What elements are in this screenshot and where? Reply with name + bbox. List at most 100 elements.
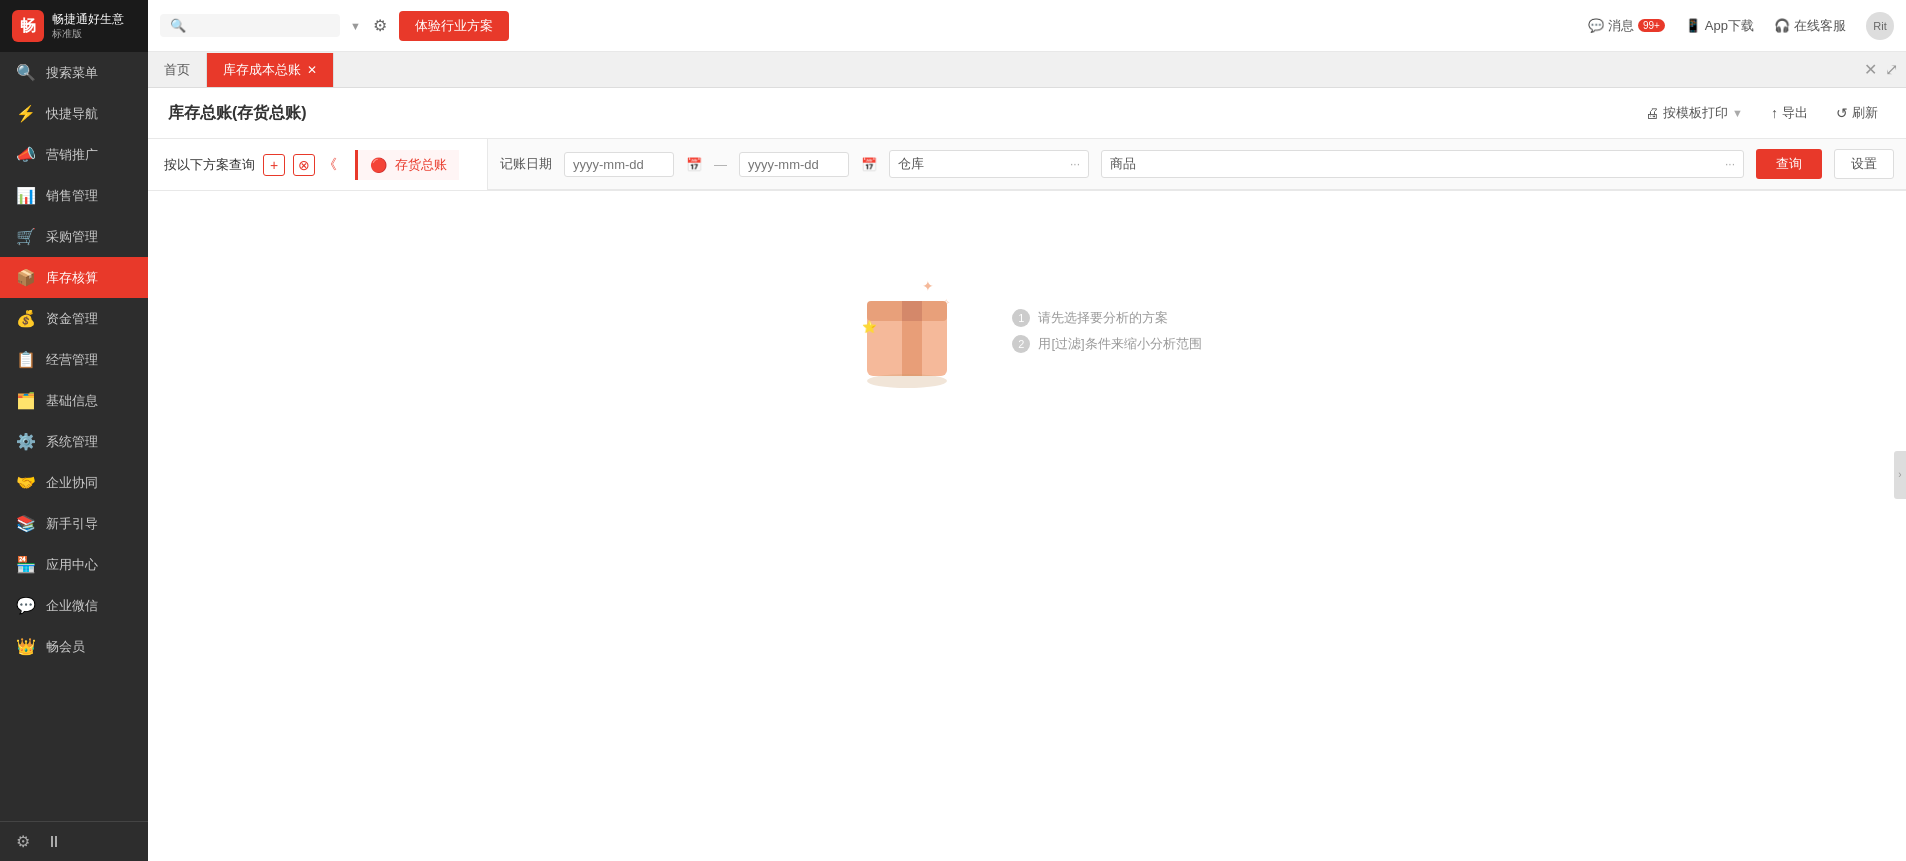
empty-illustration: ✦ ✧ ⭐ bbox=[852, 271, 972, 391]
sidebar-label-finance: 资金管理 bbox=[46, 310, 98, 328]
query-row: 记账日期 📅 — 📅 仓库 ··· 商品 ··· 查询 设置 bbox=[488, 139, 1906, 190]
toggle-footer-icon[interactable]: ⏸ bbox=[46, 833, 62, 851]
date-start-input[interactable] bbox=[564, 152, 674, 177]
refresh-btn[interactable]: ↺ 刷新 bbox=[1828, 100, 1886, 126]
service-icon: 🎧 bbox=[1774, 18, 1790, 33]
export-label: 导出 bbox=[1782, 104, 1808, 122]
filter-add-btn[interactable]: + bbox=[263, 154, 285, 176]
sidebar-label-appstore: 应用中心 bbox=[46, 556, 98, 574]
page-content: 库存总账(存货总账) 🖨 按模板打印 ▼ ↑ 导出 ↺ 刷新 bbox=[148, 88, 1906, 861]
app-badge: 标准版 bbox=[52, 27, 124, 41]
sidebar-item-operation[interactable]: 📋 经营管理 bbox=[0, 339, 148, 380]
hint-text-1: 请先选择要分析的方案 bbox=[1038, 309, 1168, 327]
filter-collapse-icon[interactable]: 《 bbox=[323, 156, 337, 174]
member-icon: 👑 bbox=[16, 637, 36, 656]
date-end-input[interactable] bbox=[739, 152, 849, 177]
sidebar-item-enterprise[interactable]: 🤝 企业协同 bbox=[0, 462, 148, 503]
sidebar-label-sales: 销售管理 bbox=[46, 187, 98, 205]
sidebar-item-marketing[interactable]: 📣 营销推广 bbox=[0, 134, 148, 175]
goods-field[interactable]: 商品 ··· bbox=[1101, 150, 1744, 178]
hint-item-1: 1 请先选择要分析的方案 bbox=[1012, 309, 1201, 327]
app-download-label: App下载 bbox=[1705, 17, 1754, 35]
topbar: 🔍 ▼ ⚙ 体验行业方案 💬 消息 99+ 📱 App下载 🎧 在线客服 Rit bbox=[148, 0, 1906, 52]
online-service-label: 在线客服 bbox=[1794, 17, 1846, 35]
sidebar-item-shortcut[interactable]: ⚡ 快捷导航 bbox=[0, 93, 148, 134]
tab-close-icon[interactable]: ✕ bbox=[307, 63, 317, 77]
filter-label: 按以下方案查询 bbox=[164, 156, 255, 174]
topbar-search-icon: 🔍 bbox=[170, 18, 186, 33]
sidebar-item-appstore[interactable]: 🏪 应用中心 bbox=[0, 544, 148, 585]
query-btn[interactable]: 查询 bbox=[1756, 149, 1822, 179]
topbar-settings-icon[interactable]: ⚙ bbox=[373, 16, 387, 35]
box-front-stripe bbox=[902, 321, 922, 376]
hint-item-2: 2 用[过滤]条件来缩小分析范围 bbox=[1012, 335, 1201, 353]
sidebar-item-finance[interactable]: 💰 资金管理 bbox=[0, 298, 148, 339]
sidebar-item-inventory[interactable]: 📦 库存核算 bbox=[0, 257, 148, 298]
sidebar-item-member[interactable]: 👑 畅会员 bbox=[0, 626, 148, 667]
sidebar: 畅 畅捷通好生意 标准版 🔍 搜索菜单 ⚡ 快捷导航 📣 营销推广 📊 销售管理… bbox=[0, 0, 148, 861]
settings-footer-icon[interactable]: ⚙ bbox=[16, 832, 30, 851]
topbar-right: 💬 消息 99+ 📱 App下载 🎧 在线客服 Rit bbox=[1588, 12, 1894, 40]
settings-btn[interactable]: 设置 bbox=[1834, 149, 1894, 179]
sidebar-label-purchase: 采购管理 bbox=[46, 228, 98, 246]
newguide-icon: 📚 bbox=[16, 514, 36, 533]
print-btn[interactable]: 🖨 按模板打印 ▼ bbox=[1637, 100, 1751, 126]
sidebar-footer: ⚙ ⏸ bbox=[0, 821, 148, 861]
sidebar-nav: 🔍 搜索菜单 ⚡ 快捷导航 📣 营销推广 📊 销售管理 🛒 采购管理 📦 库存核… bbox=[0, 52, 148, 821]
online-service-btn[interactable]: 🎧 在线客服 bbox=[1774, 17, 1846, 35]
purchase-icon: 🛒 bbox=[16, 227, 36, 246]
sidebar-label-inventory: 库存核算 bbox=[46, 269, 98, 287]
empty-state: ✦ ✧ ⭐ bbox=[148, 191, 1906, 471]
topbar-chevron-icon[interactable]: ▼ bbox=[350, 20, 361, 32]
print-label: 按模板打印 bbox=[1663, 104, 1728, 122]
empty-state-inner: ✦ ✧ ⭐ bbox=[852, 271, 1201, 391]
download-icon: 📱 bbox=[1685, 18, 1701, 33]
print-chevron-icon: ▼ bbox=[1732, 107, 1743, 119]
sidebar-label-enterprise: 企业协同 bbox=[46, 474, 98, 492]
sidebar-item-basic[interactable]: 🗂️ 基础信息 bbox=[0, 380, 148, 421]
sidebar-item-newguide[interactable]: 📚 新手引导 bbox=[0, 503, 148, 544]
message-badge: 99+ bbox=[1638, 19, 1665, 32]
topbar-search[interactable]: 🔍 bbox=[160, 14, 340, 37]
hint-num-1: 1 bbox=[1012, 309, 1030, 327]
warehouse-label: 仓库 bbox=[898, 155, 1066, 173]
sidebar-item-sales[interactable]: 📊 销售管理 bbox=[0, 175, 148, 216]
tab-home[interactable]: 首页 bbox=[148, 53, 207, 87]
system-icon: ⚙️ bbox=[16, 432, 36, 451]
app-download-btn[interactable]: 📱 App下载 bbox=[1685, 17, 1754, 35]
right-panel-btn[interactable]: › bbox=[1894, 451, 1906, 499]
sidebar-item-search[interactable]: 🔍 搜索菜单 bbox=[0, 52, 148, 93]
sidebar-item-system[interactable]: ⚙️ 系统管理 bbox=[0, 421, 148, 462]
star-left: ⭐ bbox=[862, 319, 877, 334]
logo-icon: 畅 bbox=[12, 10, 44, 42]
goods-more-icon[interactable]: ··· bbox=[1725, 157, 1735, 171]
marketing-icon: 📣 bbox=[16, 145, 36, 164]
calendar-start-icon[interactable]: 📅 bbox=[686, 157, 702, 172]
search-icon: 🔍 bbox=[16, 63, 36, 82]
goods-label: 商品 bbox=[1110, 155, 1721, 173]
sidebar-item-wechat[interactable]: 💬 企业微信 bbox=[0, 585, 148, 626]
tab-panel-expand-icon[interactable]: ⤢ bbox=[1885, 60, 1898, 79]
message-btn[interactable]: 💬 消息 99+ bbox=[1588, 17, 1665, 35]
hint-text-2: 用[过滤]条件来缩小分析范围 bbox=[1038, 335, 1201, 353]
sidebar-label-basic: 基础信息 bbox=[46, 392, 98, 410]
industry-btn[interactable]: 体验行业方案 bbox=[399, 11, 509, 41]
sidebar-item-purchase[interactable]: 🛒 采购管理 bbox=[0, 216, 148, 257]
refresh-icon: ↺ bbox=[1836, 105, 1848, 121]
export-icon: ↑ bbox=[1771, 105, 1778, 121]
warehouse-field[interactable]: 仓库 ··· bbox=[889, 150, 1089, 178]
scheme-item[interactable]: 🔴 存货总账 bbox=[355, 150, 459, 180]
finance-icon: 💰 bbox=[16, 309, 36, 328]
basic-icon: 🗂️ bbox=[16, 391, 36, 410]
warehouse-more-icon[interactable]: ··· bbox=[1070, 157, 1080, 171]
user-profile[interactable]: Rit bbox=[1866, 12, 1894, 40]
tab-inventory-ledger[interactable]: 库存成本总账 ✕ bbox=[207, 53, 334, 87]
refresh-label: 刷新 bbox=[1852, 104, 1878, 122]
enterprise-icon: 🤝 bbox=[16, 473, 36, 492]
tab-panel-close-icon[interactable]: ✕ bbox=[1864, 60, 1877, 79]
shortcut-icon: ⚡ bbox=[16, 104, 36, 123]
filter-del-btn[interactable]: ⊗ bbox=[293, 154, 315, 176]
sidebar-label-wechat: 企业微信 bbox=[46, 597, 98, 615]
export-btn[interactable]: ↑ 导出 bbox=[1763, 100, 1816, 126]
calendar-end-icon[interactable]: 📅 bbox=[861, 157, 877, 172]
